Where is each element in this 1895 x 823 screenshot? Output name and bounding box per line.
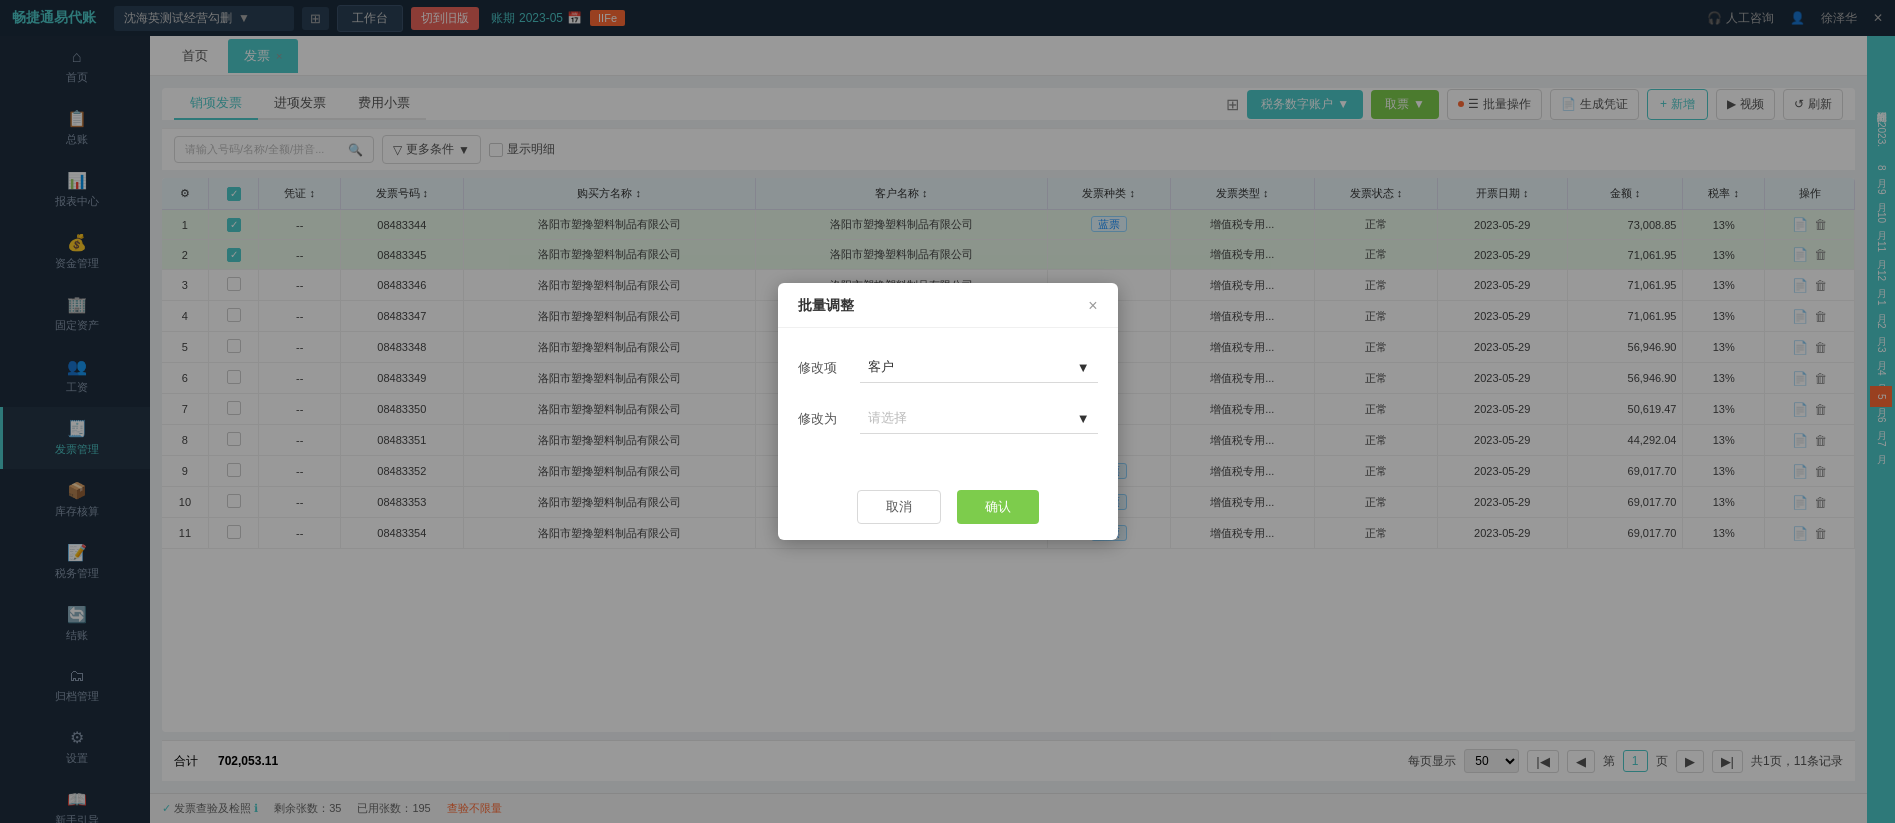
modal-body: 修改项 客户 ▼ 修改为 请选择 ▼ (778, 328, 1118, 478)
modal-overlay: 批量调整 × 修改项 客户 ▼ 修改为 请选择 ▼ 取消 确认 (0, 0, 1895, 823)
change-label: 修改为 (798, 410, 848, 428)
form-row-field: 修改项 客户 ▼ (798, 352, 1098, 383)
batch-adjust-modal: 批量调整 × 修改项 客户 ▼ 修改为 请选择 ▼ 取消 确认 (778, 283, 1118, 540)
modal-title: 批量调整 (798, 297, 854, 315)
confirm-btn[interactable]: 确认 (957, 490, 1039, 524)
change-select-arrow: ▼ (1077, 411, 1090, 426)
change-placeholder: 请选择 (868, 409, 907, 427)
modal-header: 批量调整 × (778, 283, 1118, 328)
change-select[interactable]: 请选择 ▼ (860, 403, 1098, 434)
field-select-arrow: ▼ (1077, 360, 1090, 375)
field-select[interactable]: 客户 ▼ (860, 352, 1098, 383)
modal-close-btn[interactable]: × (1088, 297, 1097, 315)
cancel-btn[interactable]: 取消 (857, 490, 941, 524)
modal-footer: 取消 确认 (778, 478, 1118, 540)
field-label: 修改项 (798, 359, 848, 377)
form-row-change: 修改为 请选择 ▼ (798, 403, 1098, 434)
